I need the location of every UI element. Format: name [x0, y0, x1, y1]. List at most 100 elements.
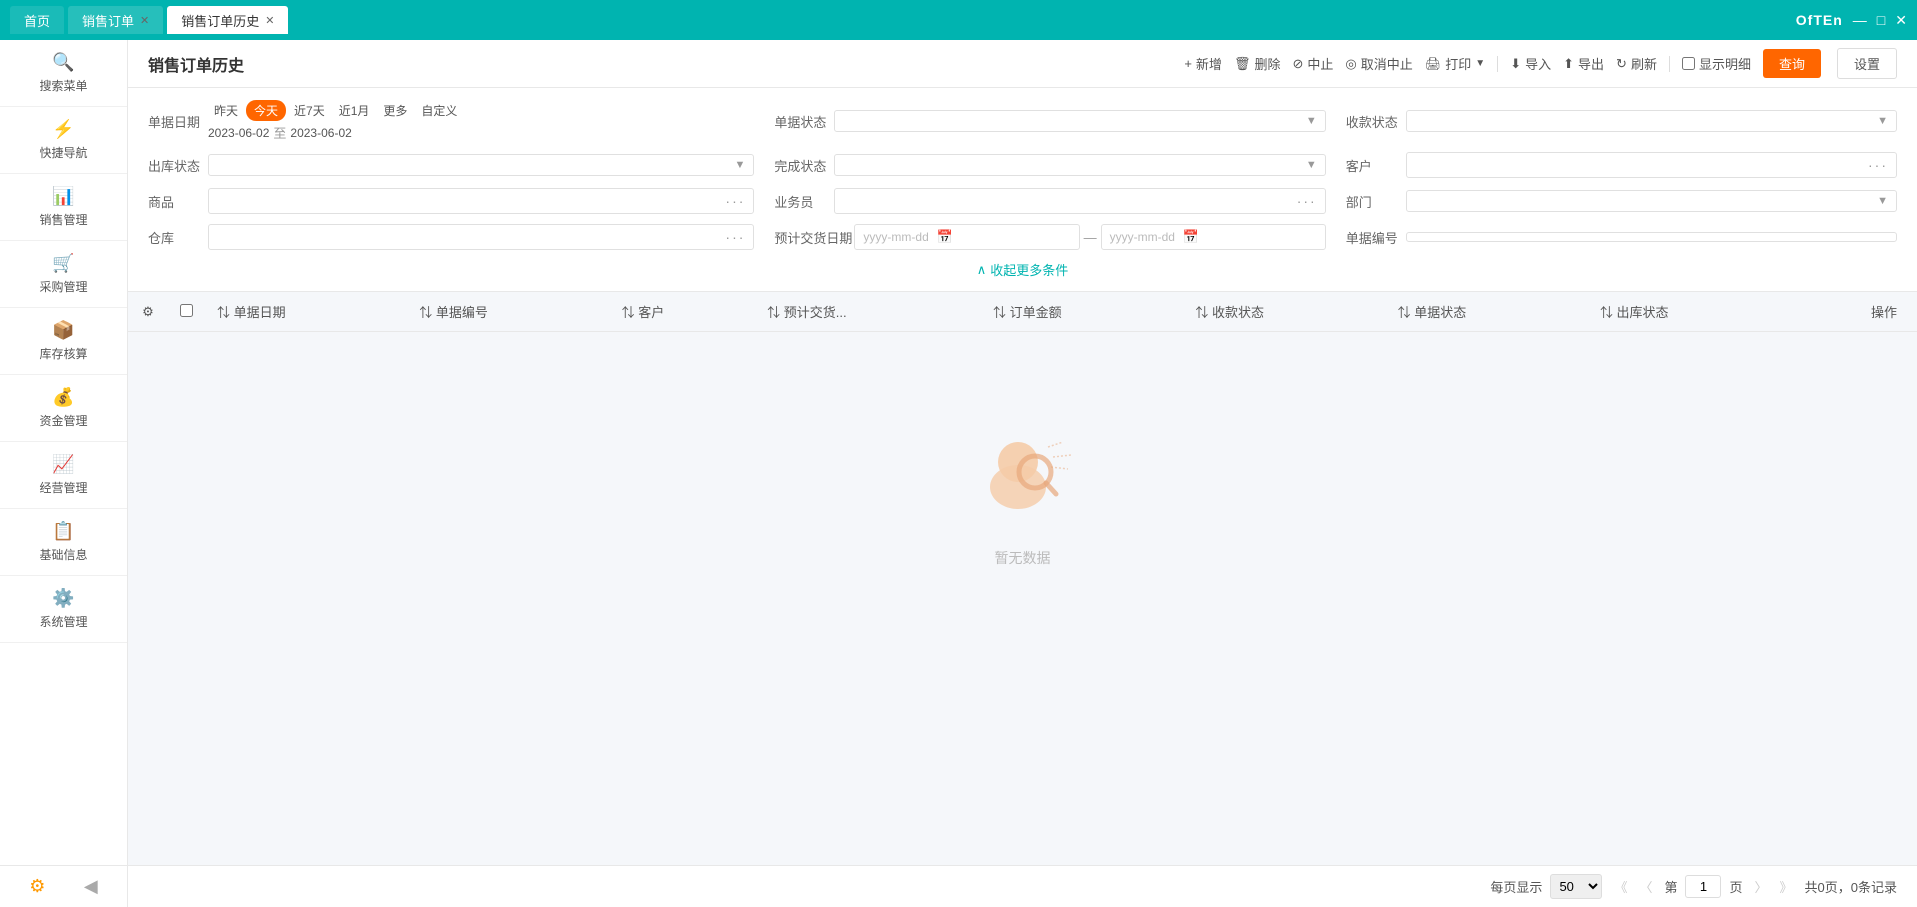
sidebar-item-quick-nav-label: 快捷导航	[39, 144, 87, 161]
search-menu-icon: 🔍	[52, 52, 74, 73]
sidebar-item-sales-mgmt[interactable]: 📊 销售管理	[0, 174, 127, 241]
th-doc-no-label: ⇅ 单据编号	[419, 305, 488, 320]
close-btn[interactable]: ✕	[1895, 12, 1907, 29]
th-check[interactable]	[168, 292, 205, 332]
goods-dots: ···	[725, 193, 745, 209]
sidebar-collapse-icon[interactable]: ◀	[84, 876, 98, 897]
display-detail-label: 显示明细	[1699, 54, 1751, 73]
stop-button[interactable]: ⊘ 中止	[1292, 54, 1333, 73]
filter-shipment-status-item: 出库状态 ▼	[148, 154, 754, 176]
stop-label: 中止	[1307, 54, 1333, 73]
sidebar-settings-icon[interactable]: ⚙	[29, 876, 45, 897]
content-area: 销售订单历史 + 新增 🗑 删除 ⊘ 中止 ◎ 取消中止	[128, 40, 1917, 907]
empty-svg	[963, 412, 1083, 532]
cancel-stop-button[interactable]: ◎ 取消中止	[1345, 54, 1412, 73]
completion-status-select[interactable]: ▼	[834, 154, 1325, 176]
page-size-select[interactable]: 10 20 50 100	[1550, 874, 1602, 899]
department-select[interactable]: ▼	[1406, 190, 1897, 212]
th-doc-status: ⇅ 单据状态	[1386, 292, 1588, 332]
th-settings[interactable]: ⚙	[128, 292, 168, 332]
export-button[interactable]: ⬆ 导出	[1563, 54, 1604, 73]
delivery-date-end[interactable]: yyyy-mm-dd 📅	[1101, 224, 1326, 250]
salesperson-input[interactable]: ···	[834, 188, 1325, 214]
collapse-icon: ∧	[977, 262, 987, 278]
doc-status-select[interactable]: ▼	[834, 110, 1325, 132]
tab-sales-order[interactable]: 销售订单 ✕	[68, 6, 163, 34]
tab-sales-order-close[interactable]: ✕	[140, 14, 149, 27]
delete-button[interactable]: 🗑 删除	[1234, 54, 1281, 73]
date-btn-custom[interactable]: 自定义	[415, 100, 463, 121]
finance-icon: 💰	[52, 387, 74, 408]
th-actions-label: 操作	[1871, 305, 1897, 320]
th-date: ⇅ 单据日期	[205, 292, 407, 332]
goods-input[interactable]: ···	[208, 188, 754, 214]
sidebar-item-basic-info[interactable]: 📋 基础信息	[0, 509, 127, 576]
filter-doc-no-item: 单据编号	[1346, 228, 1897, 247]
print-arrow: ▼	[1475, 58, 1485, 69]
display-detail-checkbox[interactable]	[1682, 57, 1695, 70]
doc-status-arrow: ▼	[1306, 115, 1317, 127]
customer-input[interactable]: ···	[1406, 152, 1897, 178]
last-page-btn[interactable]: 》	[1776, 875, 1797, 898]
date-btn-more[interactable]: 更多	[377, 100, 413, 121]
page-title: 销售订单历史	[148, 52, 1184, 76]
query-button[interactable]: 查询	[1763, 49, 1821, 78]
sidebar-item-quick-nav[interactable]: ⚡ 快捷导航	[0, 107, 127, 174]
operations-icon: 📈	[52, 454, 74, 475]
display-detail-toggle[interactable]: 显示明细	[1682, 54, 1751, 73]
collapse-row[interactable]: ∧ 收起更多条件	[148, 260, 1897, 279]
date-btn-7days[interactable]: 近7天	[288, 100, 331, 121]
sidebar-item-finance[interactable]: 💰 资金管理	[0, 375, 127, 442]
department-arrow: ▼	[1877, 195, 1888, 207]
import-button[interactable]: ⬇ 导入	[1510, 54, 1551, 73]
salesperson-dots: ···	[1297, 193, 1317, 209]
minimize-btn[interactable]: —	[1853, 12, 1867, 28]
sidebar-item-system-mgmt[interactable]: ⚙️ 系统管理	[0, 576, 127, 643]
delete-label: 删除	[1254, 54, 1280, 73]
delivery-date-end-value: yyyy-mm-dd	[1110, 230, 1175, 244]
sidebar-item-purchase-mgmt[interactable]: 🛒 采购管理	[0, 241, 127, 308]
filter-row-4: 仓库 ··· 预计交货日期 yyyy-mm-dd 📅 —	[148, 224, 1897, 250]
new-button[interactable]: + 新增	[1184, 54, 1222, 73]
sidebar-item-inventory[interactable]: 📦 库存核算	[0, 308, 127, 375]
completion-status-arrow: ▼	[1306, 159, 1317, 171]
sidebar-item-search-menu[interactable]: 🔍 搜索菜单	[0, 40, 127, 107]
th-customer-label: ⇅ 客户	[622, 305, 665, 320]
tab-sales-order-history-close[interactable]: ✕	[265, 14, 274, 27]
shipment-status-select[interactable]: ▼	[208, 154, 754, 176]
import-label: 导入	[1525, 54, 1551, 73]
date-btn-1month[interactable]: 近1月	[333, 100, 376, 121]
receipt-status-select[interactable]: ▼	[1406, 110, 1897, 132]
first-page-btn[interactable]: 《	[1610, 875, 1631, 898]
date-btn-yesterday[interactable]: 昨天	[208, 100, 244, 121]
tab-sales-order-history-label: 销售订单历史	[181, 11, 259, 30]
date-options: 昨天 今天 近7天 近1月 更多 自定义	[208, 100, 754, 121]
sidebar-item-purchase-mgmt-label: 采购管理	[39, 278, 87, 295]
th-doc-no: ⇅ 单据编号	[407, 292, 609, 332]
page-header: 销售订单历史 + 新增 🗑 删除 ⊘ 中止 ◎ 取消中止	[128, 40, 1917, 88]
tab-sales-order-history[interactable]: 销售订单历史 ✕	[167, 6, 288, 34]
next-page-btn[interactable]: 〉	[1751, 875, 1772, 898]
sidebar-bottom: ⚙ ◀	[0, 865, 127, 907]
date-btn-today[interactable]: 今天	[246, 100, 286, 121]
setting-button[interactable]: 设置	[1837, 48, 1897, 79]
page-input[interactable]	[1685, 875, 1721, 898]
delivery-date-start[interactable]: yyyy-mm-dd 📅	[854, 224, 1079, 250]
select-all-checkbox[interactable]	[180, 304, 193, 317]
table-scroll[interactable]: ⚙ ⇅ 单据日期 ⇅ 单据编号	[128, 292, 1917, 865]
refresh-button[interactable]: ↻ 刷新	[1616, 54, 1657, 73]
divider-2	[1669, 56, 1670, 72]
maximize-btn[interactable]: □	[1877, 12, 1885, 28]
tab-home[interactable]: 首页	[10, 6, 64, 34]
warehouse-input[interactable]: ···	[208, 224, 754, 250]
page-navigation: 《 〈 第 页 〉 》	[1610, 875, 1796, 898]
sidebar-item-operations[interactable]: 📈 经营管理	[0, 442, 127, 509]
th-delivery-date: ⇅ 预计交货...	[755, 292, 981, 332]
prev-page-btn[interactable]: 〈	[1635, 875, 1656, 898]
print-button[interactable]: 🖨 打印 ▼	[1425, 54, 1485, 73]
warehouse-label: 仓库	[148, 228, 208, 247]
delete-icon: 🗑	[1234, 56, 1251, 72]
doc-no-input[interactable]	[1406, 232, 1897, 242]
sidebar: 🔍 搜索菜单 ⚡ 快捷导航 📊 销售管理 🛒 采购管理 📦 库存核算 💰 资金管…	[0, 40, 128, 907]
department-label: 部门	[1346, 192, 1406, 211]
